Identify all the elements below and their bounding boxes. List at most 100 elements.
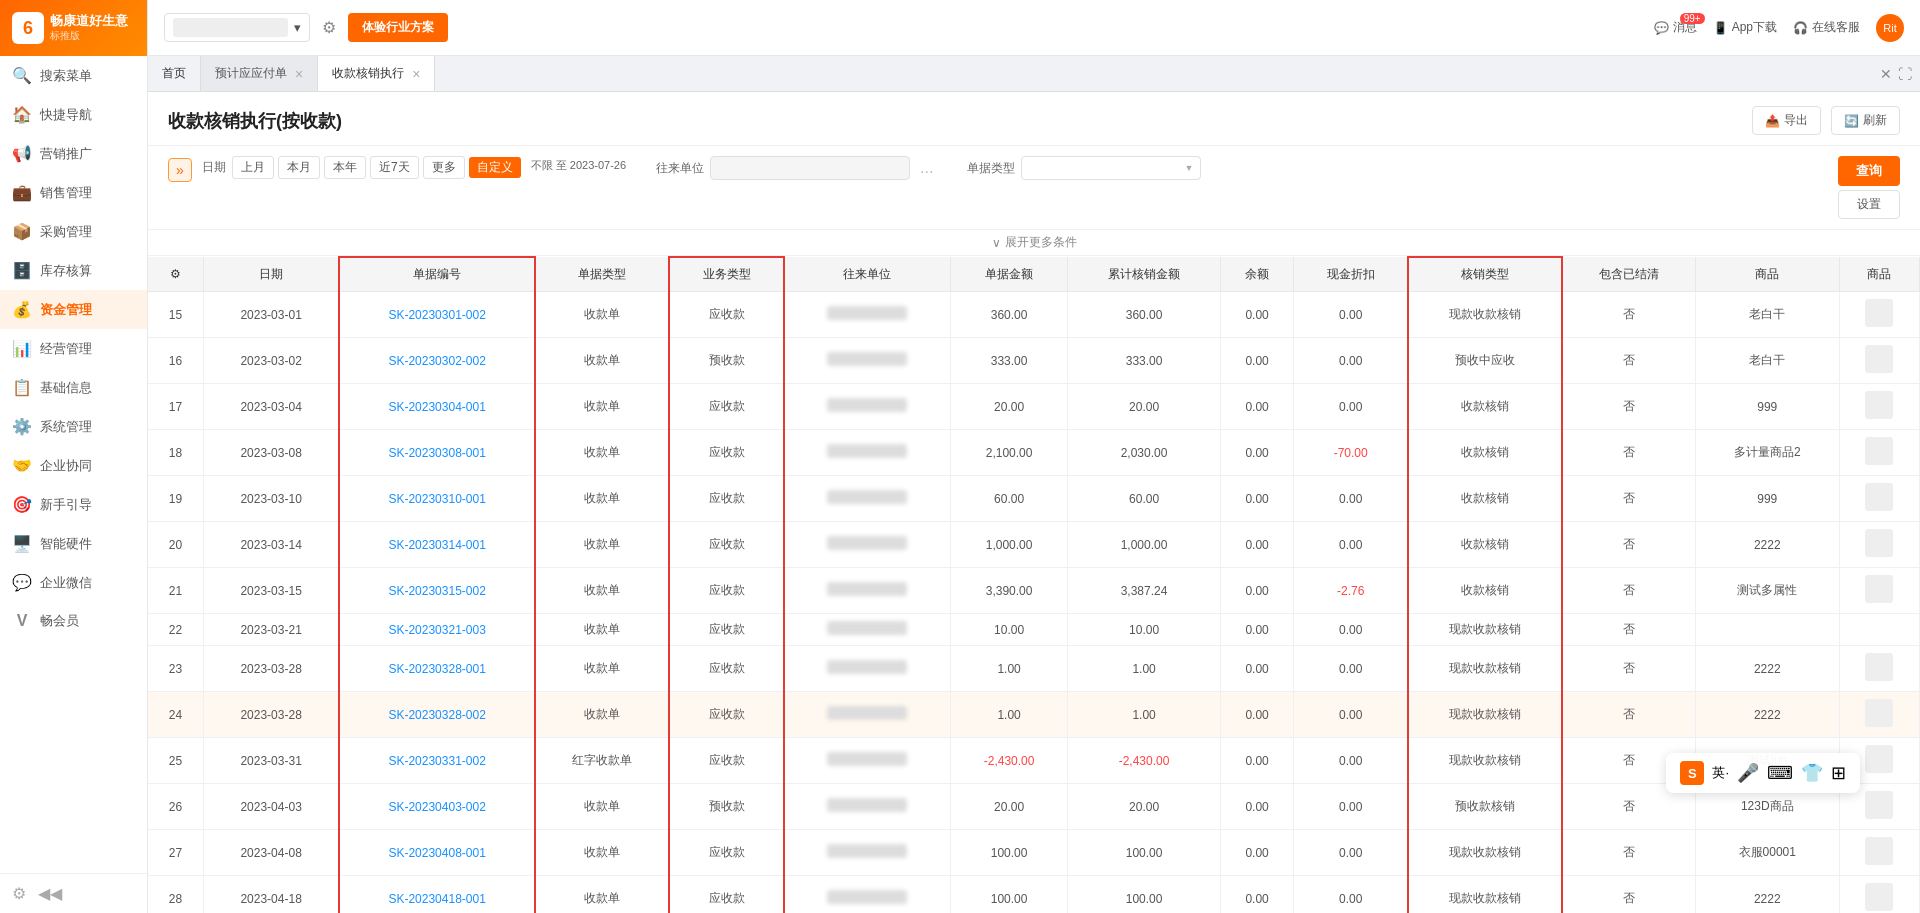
doc-no-link[interactable]: SK-20230302-002 (388, 354, 485, 368)
sidebar-item-guide[interactable]: 🎯 新手引导 (0, 485, 147, 524)
sidebar-item-search[interactable]: 🔍 搜索菜单 (0, 56, 147, 95)
finance-icon: 💰 (12, 300, 32, 319)
tab-home-label: 首页 (162, 65, 186, 82)
doctype-select[interactable] (1021, 156, 1201, 180)
grid-icon[interactable]: ⊞ (1831, 762, 1846, 784)
tab-payable-label: 预计应应付单 (215, 65, 287, 82)
doc-no-link[interactable]: SK-20230321-003 (388, 623, 485, 637)
td-cancel-amount: 1,000.00 (1068, 522, 1220, 568)
product-thumbnail (1865, 883, 1893, 911)
date-btn-custom[interactable]: 自定义 (469, 157, 521, 178)
mic-icon[interactable]: 🎤 (1737, 762, 1759, 784)
td-doc-no[interactable]: SK-20230308-001 (339, 430, 535, 476)
date-btn-more[interactable]: 更多 (423, 156, 465, 179)
doc-no-link[interactable]: SK-20230308-001 (388, 446, 485, 460)
collapse-icon[interactable]: ◀◀ (38, 884, 62, 903)
doc-no-link[interactable]: SK-20230403-002 (388, 800, 485, 814)
message-badge[interactable]: 💬 消息 99+ (1654, 19, 1697, 36)
td-doc-no[interactable]: SK-20230304-001 (339, 384, 535, 430)
doc-no-link[interactable]: SK-20230315-002 (388, 584, 485, 598)
refresh-button[interactable]: 🔄 刷新 (1831, 106, 1900, 135)
sidebar-item-marketing[interactable]: 📢 营销推广 (0, 134, 147, 173)
sidebar-item-finance[interactable]: 💰 资金管理 (0, 290, 147, 329)
th-gear[interactable]: ⚙ (148, 257, 203, 292)
td-balance: 0.00 (1220, 738, 1294, 784)
sidebar-item-inventory[interactable]: 🗄️ 库存核算 (0, 251, 147, 290)
sidebar-item-sales[interactable]: 💼 销售管理 (0, 173, 147, 212)
td-doc-no[interactable]: SK-20230408-001 (339, 830, 535, 876)
tab-receipt-cancel-close[interactable]: × (412, 66, 420, 82)
doc-no-link[interactable]: SK-20230310-001 (388, 492, 485, 506)
td-doc-no[interactable]: SK-20230418-001 (339, 876, 535, 914)
tab-home[interactable]: 首页 (148, 56, 201, 91)
workspace-selector[interactable]: ▾ (164, 13, 310, 42)
column-settings-icon[interactable]: ⚙ (170, 267, 181, 281)
keyboard-icon[interactable]: ⌨ (1767, 762, 1793, 784)
th-include-settled: 包含已结清 (1562, 257, 1696, 292)
doc-no-link[interactable]: SK-20230314-001 (388, 538, 485, 552)
date-btn-this-month[interactable]: 本月 (278, 156, 320, 179)
filter-toggle[interactable]: » (168, 158, 192, 182)
td-doc-no[interactable]: SK-20230331-002 (339, 738, 535, 784)
sidebar-item-quicknav[interactable]: 🏠 快捷导航 (0, 95, 147, 134)
tab-expand-icon[interactable]: ⛶ (1898, 66, 1912, 82)
sidebar-item-ops[interactable]: 📊 经营管理 (0, 329, 147, 368)
tab-receipt-cancel[interactable]: 收款核销执行 × (318, 56, 435, 91)
online-service[interactable]: 🎧 在线客服 (1793, 19, 1860, 36)
date-btn-prev-month[interactable]: 上月 (232, 156, 274, 179)
doc-no-link[interactable]: SK-20230304-001 (388, 400, 485, 414)
sidebar-item-sys[interactable]: ⚙️ 系统管理 (0, 407, 147, 446)
export-button[interactable]: 📤 导出 (1752, 106, 1821, 135)
td-doc-no[interactable]: SK-20230314-001 (339, 522, 535, 568)
td-amount: 20.00 (950, 384, 1068, 430)
td-cancel-type: 现款收款核销 (1408, 614, 1562, 646)
doc-no-link[interactable]: SK-20230331-002 (388, 754, 485, 768)
date-btn-this-year[interactable]: 本年 (324, 156, 366, 179)
user-avatar[interactable]: Rit (1876, 14, 1904, 42)
gear-icon[interactable]: ⚙ (322, 18, 336, 37)
solution-btn[interactable]: 体验行业方案 (348, 13, 448, 42)
filter-settings-button[interactable]: 设置 (1838, 190, 1900, 219)
expand-more-btn[interactable]: ∨ 展开更多条件 (992, 234, 1077, 251)
doc-no-link[interactable]: SK-20230301-002 (388, 308, 485, 322)
doc-no-link[interactable]: SK-20230328-002 (388, 708, 485, 722)
td-no: 24 (148, 692, 203, 738)
td-doc-no[interactable]: SK-20230328-001 (339, 646, 535, 692)
settings-footer-icon[interactable]: ⚙ (12, 884, 26, 903)
td-amount: 1.00 (950, 692, 1068, 738)
tab-payable-close[interactable]: × (295, 66, 303, 82)
td-doc-no[interactable]: SK-20230302-002 (339, 338, 535, 384)
partner-input[interactable] (710, 156, 910, 180)
td-cancel-amount: 60.00 (1068, 476, 1220, 522)
shirt-icon[interactable]: 👕 (1801, 762, 1823, 784)
doc-no-link[interactable]: SK-20230408-001 (388, 846, 485, 860)
td-balance: 0.00 (1220, 692, 1294, 738)
td-no: 23 (148, 646, 203, 692)
td-doc-no[interactable]: SK-20230315-002 (339, 568, 535, 614)
date-btn-7days[interactable]: 近7天 (370, 156, 419, 179)
td-doc-no[interactable]: SK-20230328-002 (339, 692, 535, 738)
sidebar-item-enterprise[interactable]: 🤝 企业协同 (0, 446, 147, 485)
doc-no-link[interactable]: SK-20230418-001 (388, 892, 485, 906)
product-thumbnail (1865, 699, 1893, 727)
sidebar-item-hardware[interactable]: 🖥️ 智能硬件 (0, 524, 147, 563)
td-cancel-amount: 1.00 (1068, 646, 1220, 692)
td-doc-no[interactable]: SK-20230403-002 (339, 784, 535, 830)
td-balance: 0.00 (1220, 876, 1294, 914)
td-doc-no[interactable]: SK-20230321-003 (339, 614, 535, 646)
tab-close-all-icon[interactable]: ✕ (1880, 66, 1892, 82)
sidebar-item-wechat[interactable]: 💬 企业微信 (0, 563, 147, 602)
query-button[interactable]: 查询 (1838, 156, 1900, 186)
sidebar-item-purchase[interactable]: 📦 采购管理 (0, 212, 147, 251)
main-area: ▾ ⚙ 体验行业方案 💬 消息 99+ 📱 App下载 🎧 在线客服 Rit (148, 0, 1920, 913)
tab-payable[interactable]: 预计应应付单 × (201, 56, 318, 91)
doc-no-link[interactable]: SK-20230328-001 (388, 662, 485, 676)
sidebar-item-base[interactable]: 📋 基础信息 (0, 368, 147, 407)
sales-icon: 💼 (12, 183, 32, 202)
td-doc-no[interactable]: SK-20230301-002 (339, 292, 535, 338)
td-no: 18 (148, 430, 203, 476)
sidebar-item-member[interactable]: V 畅会员 (0, 602, 147, 640)
app-download[interactable]: 📱 App下载 (1713, 19, 1777, 36)
td-doc-no[interactable]: SK-20230310-001 (339, 476, 535, 522)
product-thumbnail (1865, 437, 1893, 465)
